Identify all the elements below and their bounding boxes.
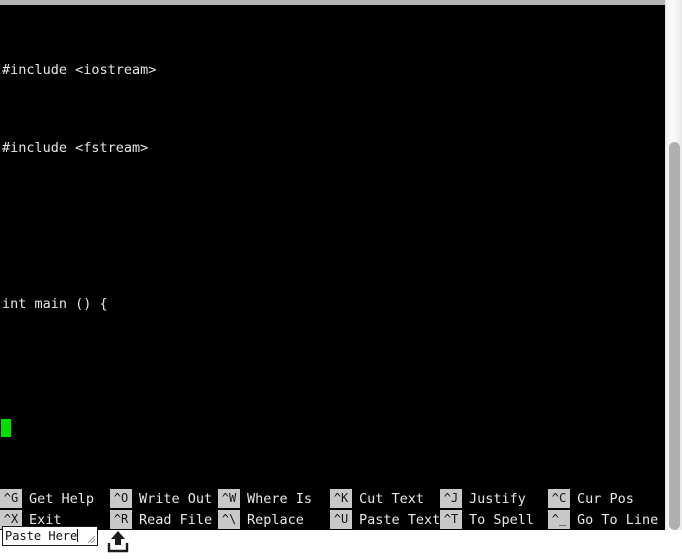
shortcut-label: Paste Text	[359, 511, 441, 528]
resize-grip-icon[interactable]	[87, 535, 96, 544]
shortcut-key: ^_	[548, 510, 570, 529]
shortcut-key: ^T	[440, 510, 462, 529]
shortcut-key: ^U	[330, 510, 352, 529]
shortcut-key: ^\	[218, 510, 240, 529]
help-column: ^C Cur Pos ^_ Go To Line	[548, 488, 658, 530]
shortcut-key: ^W	[218, 489, 240, 508]
help-column: ^G Get Help ^X Exit	[0, 488, 94, 530]
shortcut-key: ^J	[440, 489, 462, 508]
shortcut-key: ^R	[110, 510, 132, 529]
help-entry-go-to-line[interactable]: ^_ Go To Line	[548, 509, 658, 530]
help-entry-write-out[interactable]: ^O Write Out	[110, 488, 212, 509]
text-cursor	[1, 419, 11, 437]
paste-here-input[interactable]: Paste Here	[2, 526, 98, 546]
help-column: ^W Where Is ^\ Replace	[218, 488, 312, 530]
help-entry-cut-text[interactable]: ^K Cut Text	[330, 488, 440, 509]
help-entry-read-file[interactable]: ^R Read File	[110, 509, 212, 530]
upload-icon[interactable]	[107, 529, 129, 553]
shortcut-label: Read File	[139, 511, 213, 528]
help-entry-replace[interactable]: ^\ Replace	[218, 509, 312, 530]
shortcut-key: ^O	[110, 489, 132, 508]
terminal-window[interactable]: #include <iostream> #include <fstream> i…	[0, 0, 665, 530]
paste-here-value: Paste Here	[5, 529, 78, 543]
help-column: ^K Cut Text ^U Paste Text	[330, 488, 440, 530]
help-entry-to-spell[interactable]: ^T To Spell	[440, 509, 534, 530]
help-column: ^J Justify ^T To Spell	[440, 488, 534, 530]
shortcut-label: To Spell	[469, 511, 535, 528]
shortcut-key: ^K	[330, 489, 352, 508]
shortcut-label: Get Help	[29, 490, 95, 507]
shortcut-label: Where Is	[247, 490, 313, 507]
shortcut-label: Replace	[247, 511, 304, 528]
shortcut-key: ^C	[548, 489, 570, 508]
help-entry-paste-text[interactable]: ^U Paste Text	[330, 509, 440, 530]
nano-help-bar: ^G Get Help ^X Exit ^O Write Out ^R Read…	[0, 488, 665, 530]
code-editor-area[interactable]: #include <iostream> #include <fstream> i…	[0, 5, 665, 488]
shortcut-label: Go To Line	[577, 511, 659, 528]
code-line: #include <fstream>	[2, 140, 149, 156]
text-caret	[77, 529, 79, 542]
bottom-strip	[0, 530, 682, 559]
scrollbar-thumb[interactable]	[669, 142, 680, 530]
code-line: int main () {	[2, 296, 108, 312]
vertical-scrollbar[interactable]	[665, 0, 682, 530]
shortcut-label: Cut Text	[359, 490, 425, 507]
code-line: #include <iostream>	[2, 62, 157, 78]
shortcut-key: ^G	[0, 489, 22, 508]
help-entry-cur-pos[interactable]: ^C Cur Pos	[548, 488, 658, 509]
help-entry-where-is[interactable]: ^W Where Is	[218, 488, 312, 509]
shortcut-label: Write Out	[139, 490, 213, 507]
help-column: ^O Write Out ^R Read File	[110, 488, 212, 530]
shortcut-label: Cur Pos	[577, 490, 634, 507]
shortcut-label: Justify	[469, 490, 526, 507]
help-entry-get-help[interactable]: ^G Get Help	[0, 488, 94, 509]
help-entry-justify[interactable]: ^J Justify	[440, 488, 534, 509]
